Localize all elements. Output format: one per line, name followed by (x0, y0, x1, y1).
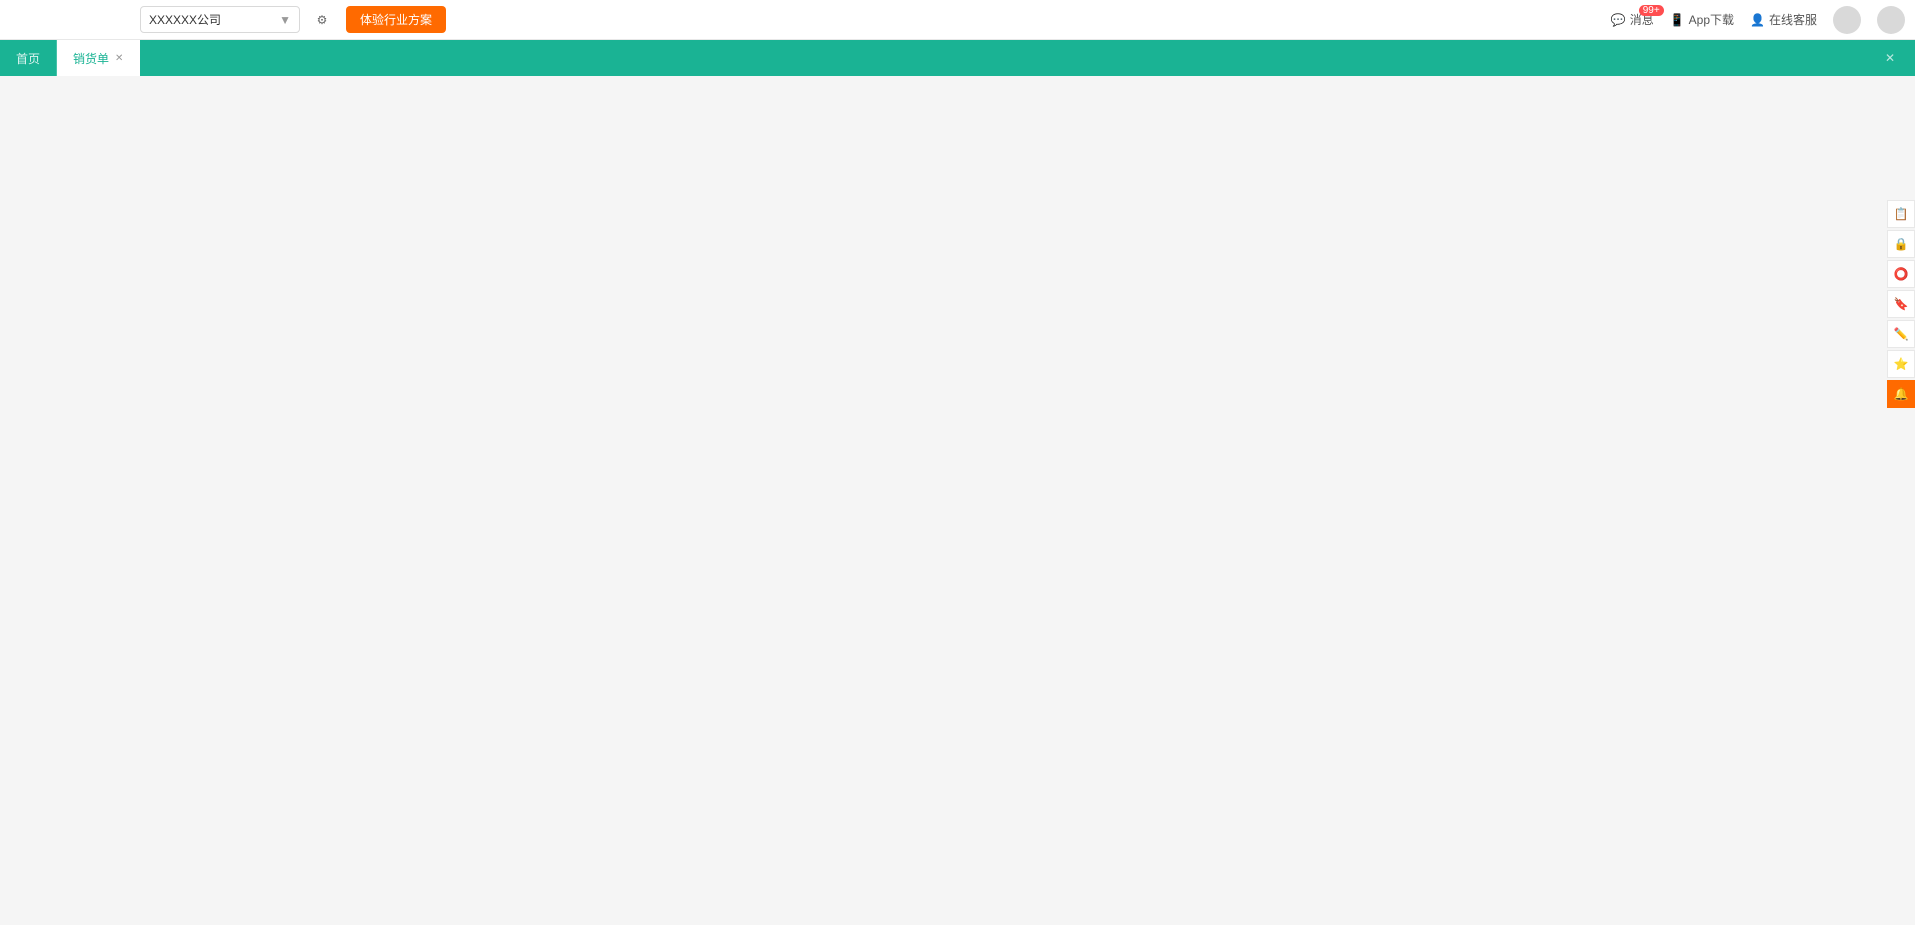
service-btn[interactable]: 👤 在线客服 (1750, 11, 1817, 28)
company-selector[interactable]: XXXXXX公司 ▼ (140, 6, 300, 33)
tab-sales-order-label: 销货单 (73, 50, 109, 67)
chevron-down-icon: ▼ (279, 13, 291, 27)
message-btn[interactable]: 💬 消息 99+ (1611, 11, 1654, 28)
service-icon: 👤 (1750, 13, 1765, 27)
trial-button[interactable]: 体验行业方案 (346, 6, 446, 33)
float-btn-4[interactable]: 🔖 (1887, 290, 1915, 318)
float-btn-2[interactable]: 🔒 (1887, 230, 1915, 258)
right-float-panel: 📋 🔒 ⭕ 🔖 ✏️ ⭐ 🔔 (1887, 200, 1915, 408)
close-all-tabs-btn[interactable]: ✕ (1875, 51, 1905, 65)
tab-home[interactable]: 首页 (0, 40, 57, 76)
app-download-btn[interactable]: 📱 App下载 (1670, 11, 1734, 28)
close-tab-icon[interactable]: ✕ (115, 53, 123, 64)
app-icon: 📱 (1670, 13, 1685, 27)
message-badge: 99+ (1639, 5, 1664, 16)
float-btn-7[interactable]: 🔔 (1887, 380, 1915, 408)
settings-icon[interactable]: ⚙ (308, 6, 336, 34)
tab-home-label: 首页 (16, 50, 40, 67)
float-btn-5[interactable]: ✏️ (1887, 320, 1915, 348)
company-name: XXXXXX公司 (149, 11, 275, 28)
nav-tabs: 首页 销货单 ✕ ✕ (0, 40, 1915, 76)
service-label: 在线客服 (1769, 11, 1817, 28)
float-btn-6[interactable]: ⭐ (1887, 350, 1915, 378)
app-label: App下载 (1689, 11, 1734, 28)
float-btn-1[interactable]: 📋 (1887, 200, 1915, 228)
tab-sales-order[interactable]: 销货单 ✕ (57, 40, 140, 76)
message-icon: 💬 (1611, 13, 1626, 27)
avatar[interactable] (1833, 6, 1861, 34)
float-btn-3[interactable]: ⭕ (1887, 260, 1915, 288)
avatar-extra[interactable] (1877, 6, 1905, 34)
